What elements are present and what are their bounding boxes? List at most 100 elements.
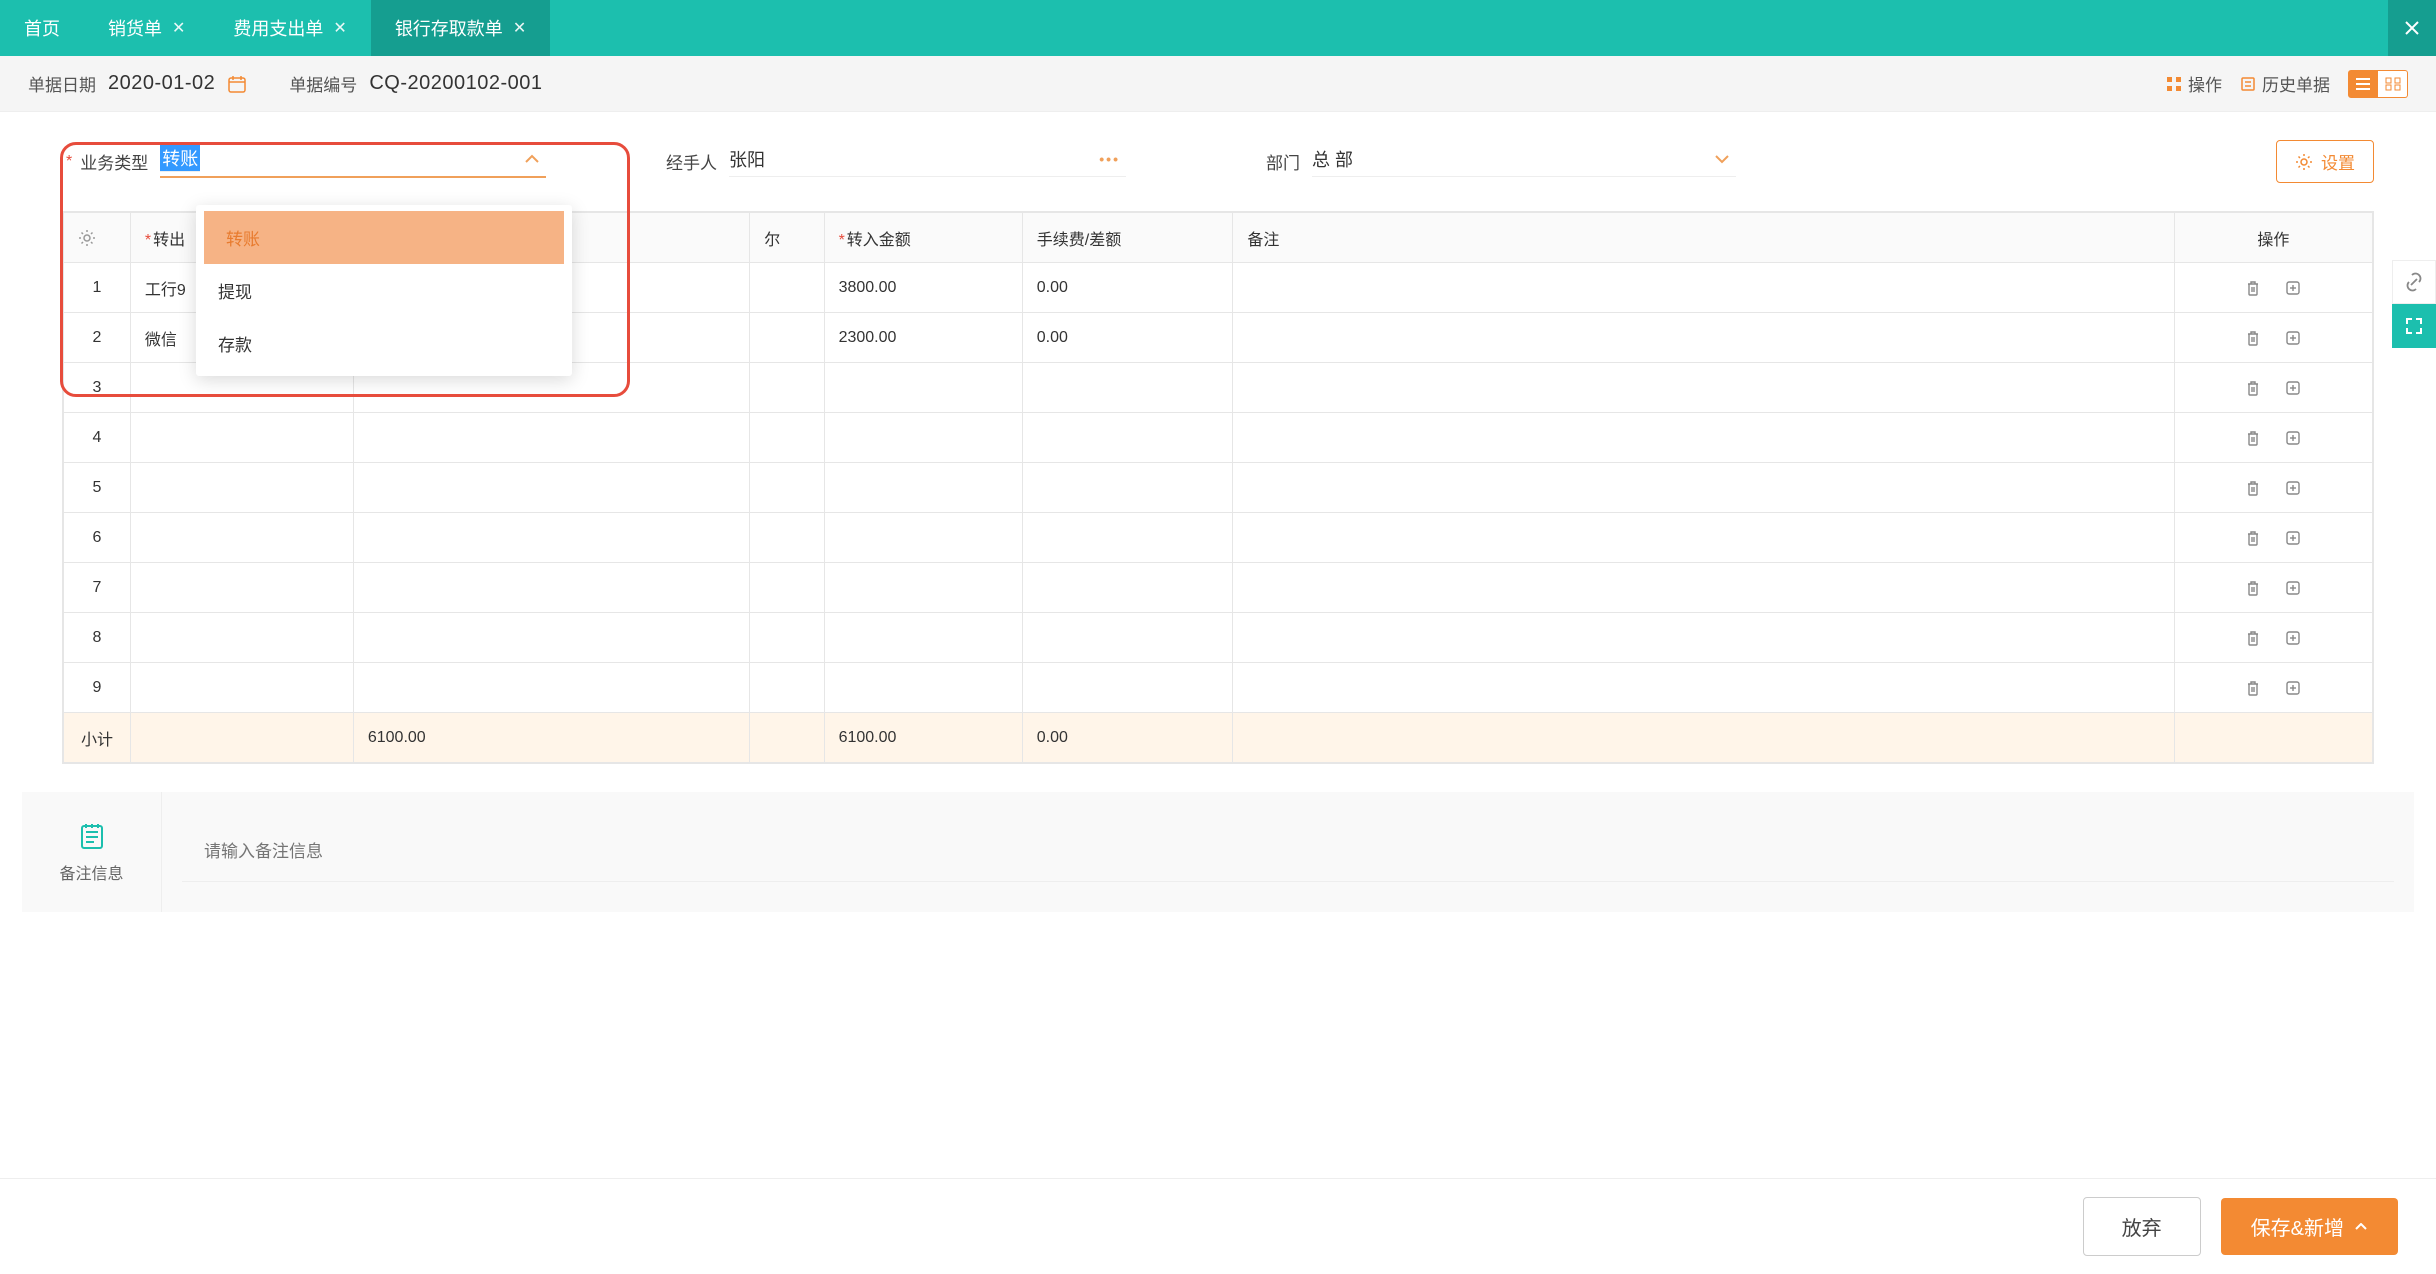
view-card-button[interactable] [2378,70,2408,98]
row-inacc[interactable] [750,563,824,613]
row-remark[interactable] [1233,613,2174,663]
row-remark[interactable] [1233,513,2174,563]
more-icon[interactable]: ••• [1099,151,1120,167]
cancel-button[interactable]: 放弃 [2083,1197,2201,1256]
dropdown-item[interactable]: 存款 [196,317,572,370]
row-inacc[interactable] [750,413,824,463]
table-row[interactable]: 4 [64,413,2373,463]
row-outamt[interactable] [353,563,749,613]
row-in[interactable] [824,513,1022,563]
add-row-icon[interactable] [2284,279,2302,297]
handler-field[interactable]: 经手人 张阳 ••• [666,146,1126,177]
row-outamt[interactable] [353,613,749,663]
row-out[interactable] [130,513,353,563]
row-remark[interactable] [1233,263,2174,313]
business-type-field[interactable]: * 业务类型 转账 [66,145,546,178]
row-fee[interactable] [1022,613,1233,663]
add-row-icon[interactable] [2284,679,2302,697]
delete-icon[interactable] [2244,479,2262,497]
tab-expense[interactable]: 费用支出单 ✕ [209,0,370,56]
delete-icon[interactable] [2244,329,2262,347]
attachment-button[interactable] [2392,260,2436,304]
row-remark[interactable] [1233,463,2174,513]
row-outamt[interactable] [353,663,749,713]
row-fee[interactable] [1022,413,1233,463]
add-row-icon[interactable] [2284,629,2302,647]
remark-input[interactable] [182,822,2394,882]
row-inacc[interactable] [750,513,824,563]
add-row-icon[interactable] [2284,379,2302,397]
close-icon[interactable]: ✕ [513,18,526,38]
row-in[interactable] [824,663,1022,713]
row-remark[interactable] [1233,413,2174,463]
row-out[interactable] [130,563,353,613]
row-in[interactable]: 3800.00 [824,263,1022,313]
delete-icon[interactable] [2244,579,2262,597]
row-out[interactable] [130,413,353,463]
row-fee[interactable]: 0.00 [1022,313,1233,363]
delete-icon[interactable] [2244,279,2262,297]
row-inacc[interactable] [750,363,824,413]
table-row[interactable]: 9 [64,663,2373,713]
row-inacc[interactable] [750,463,824,513]
table-row[interactable]: 5 [64,463,2373,513]
delete-icon[interactable] [2244,679,2262,697]
row-in[interactable] [824,363,1022,413]
row-inacc[interactable] [750,263,824,313]
biz-value[interactable]: 转账 [160,145,200,172]
chevron-up-icon[interactable] [524,154,540,164]
delete-icon[interactable] [2244,379,2262,397]
calendar-icon[interactable] [227,74,247,94]
table-row[interactable]: 8 [64,613,2373,663]
add-row-icon[interactable] [2284,529,2302,547]
row-inacc[interactable] [750,613,824,663]
row-outamt[interactable] [353,513,749,563]
tab-bank-transfer[interactable]: 银行存取款单 ✕ [371,0,550,56]
tab-home[interactable]: 首页 [0,0,84,56]
view-list-button[interactable] [2348,70,2378,98]
add-row-icon[interactable] [2284,479,2302,497]
row-inacc[interactable] [750,313,824,363]
history-button[interactable]: 历史单据 [2240,71,2330,96]
close-icon[interactable]: ✕ [172,18,185,38]
row-remark[interactable] [1233,563,2174,613]
row-remark[interactable] [1233,663,2174,713]
table-row[interactable]: 7 [64,563,2373,613]
close-all-button[interactable] [2388,0,2436,56]
save-button[interactable]: 保存&新增 [2221,1198,2398,1255]
tab-sales[interactable]: 销货单 ✕ [84,0,209,56]
dropdown-item[interactable]: 转账 [204,211,564,264]
row-out[interactable] [130,463,353,513]
row-fee[interactable] [1022,513,1233,563]
row-in[interactable] [824,613,1022,663]
settings-button[interactable]: 设置 [2276,140,2374,183]
row-out[interactable] [130,613,353,663]
dropdown-item[interactable]: 提现 [196,264,572,317]
row-in[interactable]: 2300.00 [824,313,1022,363]
row-remark[interactable] [1233,363,2174,413]
row-fee[interactable] [1022,663,1233,713]
add-row-icon[interactable] [2284,429,2302,447]
add-row-icon[interactable] [2284,329,2302,347]
row-fee[interactable] [1022,563,1233,613]
row-outamt[interactable] [353,413,749,463]
date-value[interactable]: 2020-01-02 [108,72,215,95]
chevron-down-icon[interactable] [1714,154,1730,164]
row-in[interactable] [824,463,1022,513]
row-outamt[interactable] [353,463,749,513]
row-out[interactable] [130,663,353,713]
table-row[interactable]: 6 [64,513,2373,563]
row-in[interactable] [824,413,1022,463]
row-inacc[interactable] [750,663,824,713]
delete-icon[interactable] [2244,629,2262,647]
dept-field[interactable]: 部门 总 部 [1266,146,1736,177]
row-fee[interactable] [1022,463,1233,513]
close-icon[interactable]: ✕ [333,18,346,38]
gear-column-header[interactable] [64,213,131,263]
add-row-icon[interactable] [2284,579,2302,597]
delete-icon[interactable] [2244,529,2262,547]
actions-menu[interactable]: 操作 [2166,71,2222,96]
row-fee[interactable] [1022,363,1233,413]
delete-icon[interactable] [2244,429,2262,447]
row-in[interactable] [824,563,1022,613]
